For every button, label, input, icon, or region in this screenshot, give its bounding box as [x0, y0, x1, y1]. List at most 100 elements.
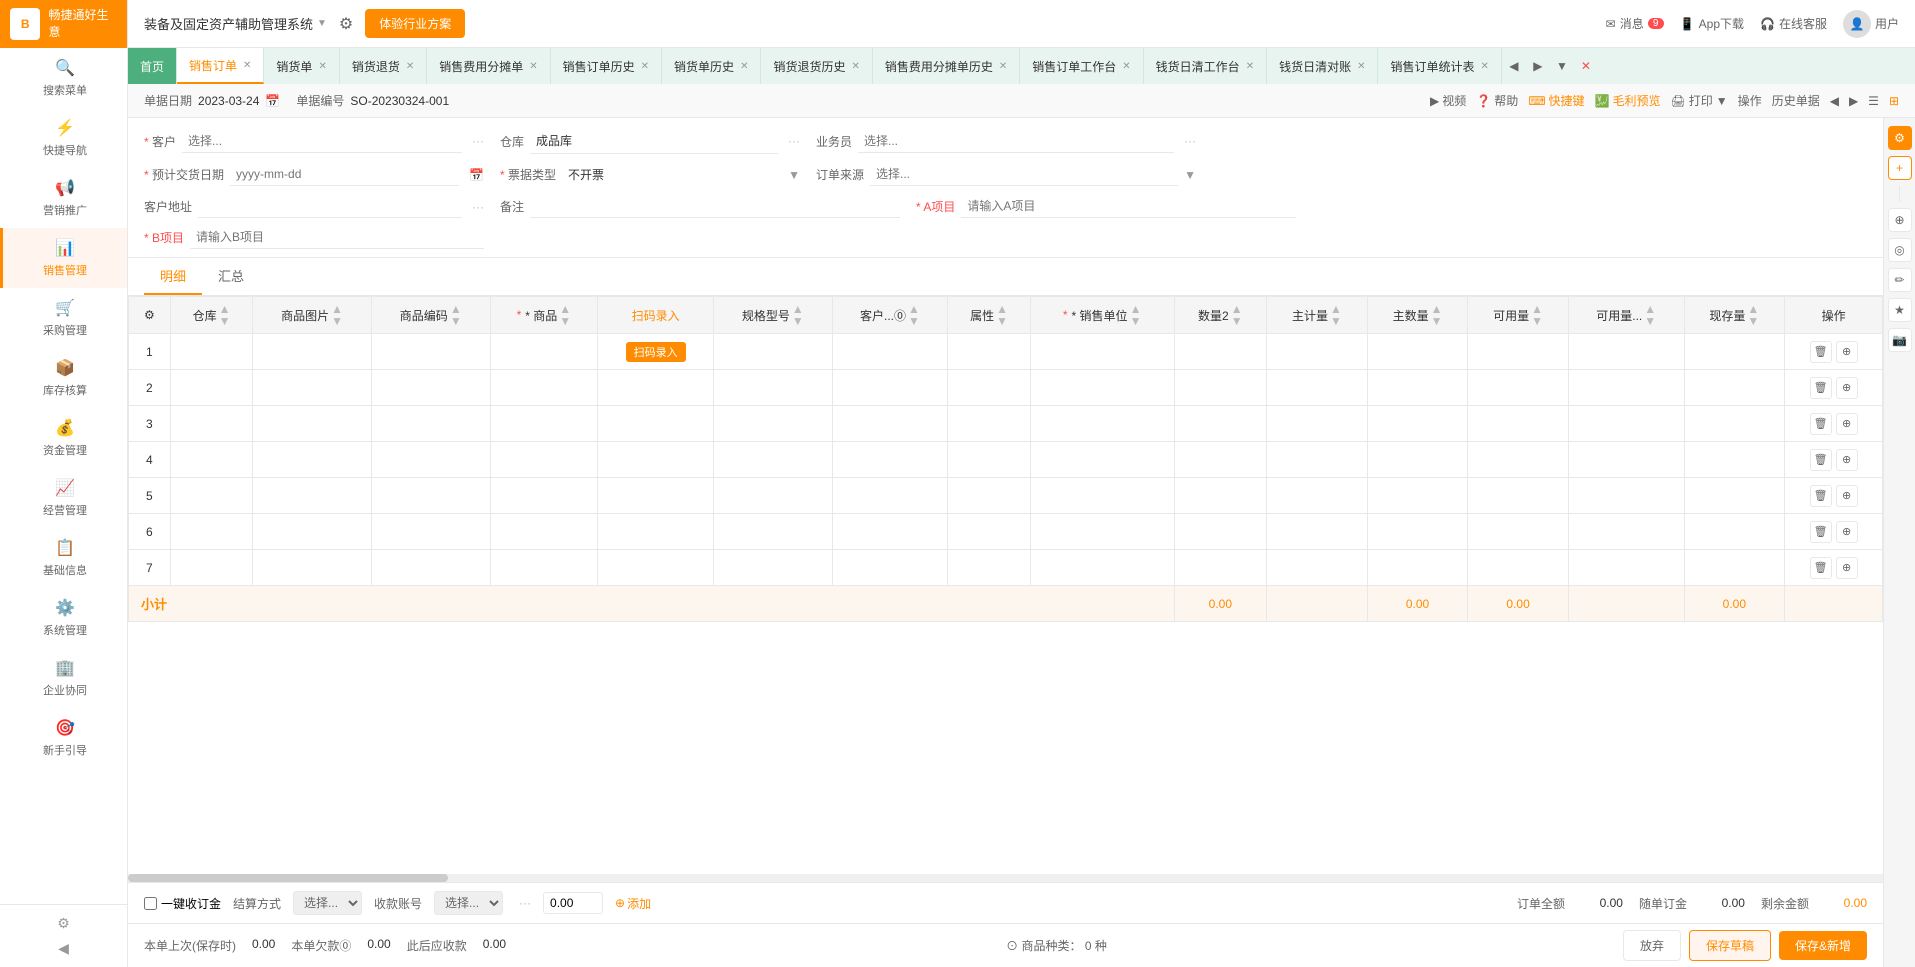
tab-sales-fee-split[interactable]: 销售费用分摊单 ✕ — [427, 48, 550, 84]
tab-close-sales-fee-split[interactable]: ✕ — [529, 61, 537, 72]
tab-sales-order-workbench[interactable]: 销售订单工作台 ✕ — [1020, 48, 1143, 84]
detail-tab-items[interactable]: 明细 — [144, 258, 202, 295]
tab-daily-clear-workbench[interactable]: 钱货日清工作台 ✕ — [1144, 48, 1267, 84]
table-scrollbar[interactable] — [128, 874, 1883, 882]
tab-close-all[interactable]: ✕ — [1574, 48, 1598, 84]
tab-home[interactable]: 首页 — [128, 48, 177, 84]
right-panel-btn1[interactable]: ⊕ — [1888, 208, 1912, 232]
tab-close-sales-fee-split-history[interactable]: ✕ — [999, 61, 1007, 72]
view-video-btn[interactable]: ▶ 视频 — [1430, 92, 1466, 109]
th-config[interactable]: ⚙ — [129, 297, 171, 334]
order-source-input[interactable] — [870, 163, 1178, 186]
row-copy-btn[interactable]: ⊕ — [1836, 449, 1858, 471]
operation-btn[interactable]: 操作 — [1738, 92, 1762, 109]
receipt-account-select[interactable]: 选择... — [434, 891, 503, 915]
tab-sales-invoice-history[interactable]: 销货单历史 ✕ — [662, 48, 761, 84]
save-draft-button[interactable]: 保存草稿 — [1689, 930, 1771, 961]
discard-button[interactable]: 放弃 — [1623, 930, 1681, 961]
nav-prev-btn[interactable]: ◀ — [1830, 94, 1839, 108]
sidebar-item-system[interactable]: ⚙️ 系统管理 — [0, 588, 127, 648]
sidebar-item-marketing[interactable]: 📢 营销推广 — [0, 168, 127, 228]
customer-input[interactable] — [182, 130, 462, 153]
tab-sales-order-history[interactable]: 销售订单历史 ✕ — [551, 48, 662, 84]
warehouse-value[interactable]: 成品库 — [530, 128, 778, 154]
tab-close-sales-order[interactable]: ✕ — [243, 60, 251, 71]
row-delete-btn[interactable]: 🗑 — [1810, 377, 1832, 399]
system-title-dropdown[interactable]: 装备及固定资产辅助管理系统 ▼ — [144, 14, 327, 33]
row-delete-btn[interactable]: 🗑 — [1810, 449, 1832, 471]
tab-close-daily-clear-workbench[interactable]: ✕ — [1246, 61, 1254, 72]
tab-close-sales-invoice[interactable]: ✕ — [318, 61, 326, 72]
right-panel-btn4[interactable]: ★ — [1888, 298, 1912, 322]
remark-input[interactable] — [530, 195, 900, 218]
detail-tab-summary[interactable]: 汇总 — [202, 258, 260, 295]
right-panel-btn5[interactable]: 📷 — [1888, 328, 1912, 352]
row-delete-btn[interactable]: 🗑 — [1810, 521, 1832, 543]
profit-preview-btn[interactable]: 💹 毛利预览 — [1595, 92, 1661, 109]
user-menu[interactable]: 👤 用户 — [1843, 10, 1899, 38]
order-source-chevron[interactable]: ▼ — [1184, 168, 1196, 182]
sidebar-item-finance[interactable]: 💰 资金管理 — [0, 408, 127, 468]
save-new-button[interactable]: 保存&新增 — [1779, 931, 1867, 960]
right-panel-add-material-btn[interactable]: + — [1888, 156, 1912, 180]
right-panel-settings-btn[interactable]: ⚙ — [1888, 126, 1912, 150]
row-copy-btn[interactable]: ⊕ — [1836, 485, 1858, 507]
invoice-type-chevron[interactable]: ▼ — [788, 168, 800, 182]
amount-input[interactable] — [543, 892, 603, 914]
sidebar-item-operations[interactable]: 📈 经营管理 — [0, 468, 127, 528]
scan-input-btn[interactable]: 扫码录入 — [626, 342, 686, 362]
tab-sales-fee-split-history[interactable]: 销售费用分摊单历史 ✕ — [873, 48, 1020, 84]
add-payment-btn[interactable]: ⊕ 添加 — [615, 895, 651, 912]
topbar-settings-icon[interactable]: ⚙ — [339, 14, 353, 34]
sidebar-collapse-btn[interactable]: ◀ — [58, 940, 69, 957]
tab-nav-left[interactable]: ◀ — [1502, 48, 1526, 84]
tab-nav-right[interactable]: ▶ — [1526, 48, 1550, 84]
sidebar-item-sales[interactable]: 📊 销售管理 — [0, 228, 127, 288]
calendar-icon[interactable]: 📅 — [265, 94, 280, 108]
batch-confirm-checkbox[interactable]: 一键收订金 — [144, 895, 221, 912]
tab-sales-order[interactable]: 销售订单 ✕ — [177, 48, 264, 84]
row-delete-btn[interactable]: 🗑 — [1810, 341, 1832, 363]
delivery-date-input[interactable] — [230, 163, 459, 186]
shortcut-btn[interactable]: ⌨ 快捷键 — [1528, 92, 1584, 109]
tab-close-daily-clear-reconcile[interactable]: ✕ — [1357, 61, 1365, 72]
sidebar-item-search[interactable]: 🔍 搜索菜单 — [0, 48, 127, 108]
help-btn[interactable]: ❓ 帮助 — [1476, 92, 1518, 109]
payment-method-select[interactable]: 选择... — [293, 891, 362, 915]
b-project-input[interactable] — [190, 226, 484, 249]
tab-daily-clear-reconcile[interactable]: 钱货日清对账 ✕ — [1267, 48, 1378, 84]
sidebar-item-inventory[interactable]: 📦 库存核算 — [0, 348, 127, 408]
sidebar-item-basic-info[interactable]: 📋 基础信息 — [0, 528, 127, 588]
salesperson-input[interactable] — [858, 130, 1174, 153]
tab-close-sales-return[interactable]: ✕ — [406, 61, 414, 72]
row-delete-btn[interactable]: 🗑 — [1810, 413, 1832, 435]
online-service-button[interactable]: 🎧 在线客服 — [1760, 15, 1827, 32]
row-copy-btn[interactable]: ⊕ — [1836, 377, 1858, 399]
sidebar-item-enterprise[interactable]: 🏢 企业协同 — [0, 648, 127, 708]
tab-close-sales-order-workbench[interactable]: ✕ — [1122, 61, 1130, 72]
grid-view-btn[interactable]: ⊞ — [1889, 94, 1899, 108]
batch-confirm-check[interactable] — [144, 897, 157, 910]
history-btn[interactable]: 历史单据 — [1772, 92, 1820, 109]
tab-close-sales-return-history[interactable]: ✕ — [851, 61, 859, 72]
row-copy-btn[interactable]: ⊕ — [1836, 557, 1858, 579]
salesperson-expand-btn[interactable]: ··· — [1184, 134, 1196, 148]
tab-sales-return-history[interactable]: 销货退货历史 ✕ — [761, 48, 872, 84]
tab-close-sales-order-history[interactable]: ✕ — [641, 61, 649, 72]
row-copy-btn[interactable]: ⊕ — [1836, 521, 1858, 543]
tab-close-sales-invoice-history[interactable]: ✕ — [740, 61, 748, 72]
message-button[interactable]: ✉ 消息 9 — [1606, 15, 1664, 32]
nav-next-btn[interactable]: ▶ — [1849, 94, 1858, 108]
industry-solution-button[interactable]: 体验行业方案 — [365, 9, 465, 38]
list-view-btn[interactable]: ☰ — [1868, 94, 1879, 108]
right-panel-btn3[interactable]: ✏ — [1888, 268, 1912, 292]
delivery-calendar-icon[interactable]: 📅 — [469, 168, 484, 182]
a-project-input[interactable] — [961, 195, 1296, 218]
sidebar-item-purchase[interactable]: 🛒 采购管理 — [0, 288, 127, 348]
right-panel-btn2[interactable]: ◎ — [1888, 238, 1912, 262]
tab-close-sales-order-stats[interactable]: ✕ — [1481, 61, 1489, 72]
tab-sales-return[interactable]: 销货退货 ✕ — [340, 48, 427, 84]
tab-sales-order-stats[interactable]: 销售订单统计表 ✕ — [1378, 48, 1501, 84]
sidebar-settings-btn[interactable]: ⚙ — [57, 915, 70, 932]
address-expand-btn[interactable]: ··· — [472, 200, 484, 214]
